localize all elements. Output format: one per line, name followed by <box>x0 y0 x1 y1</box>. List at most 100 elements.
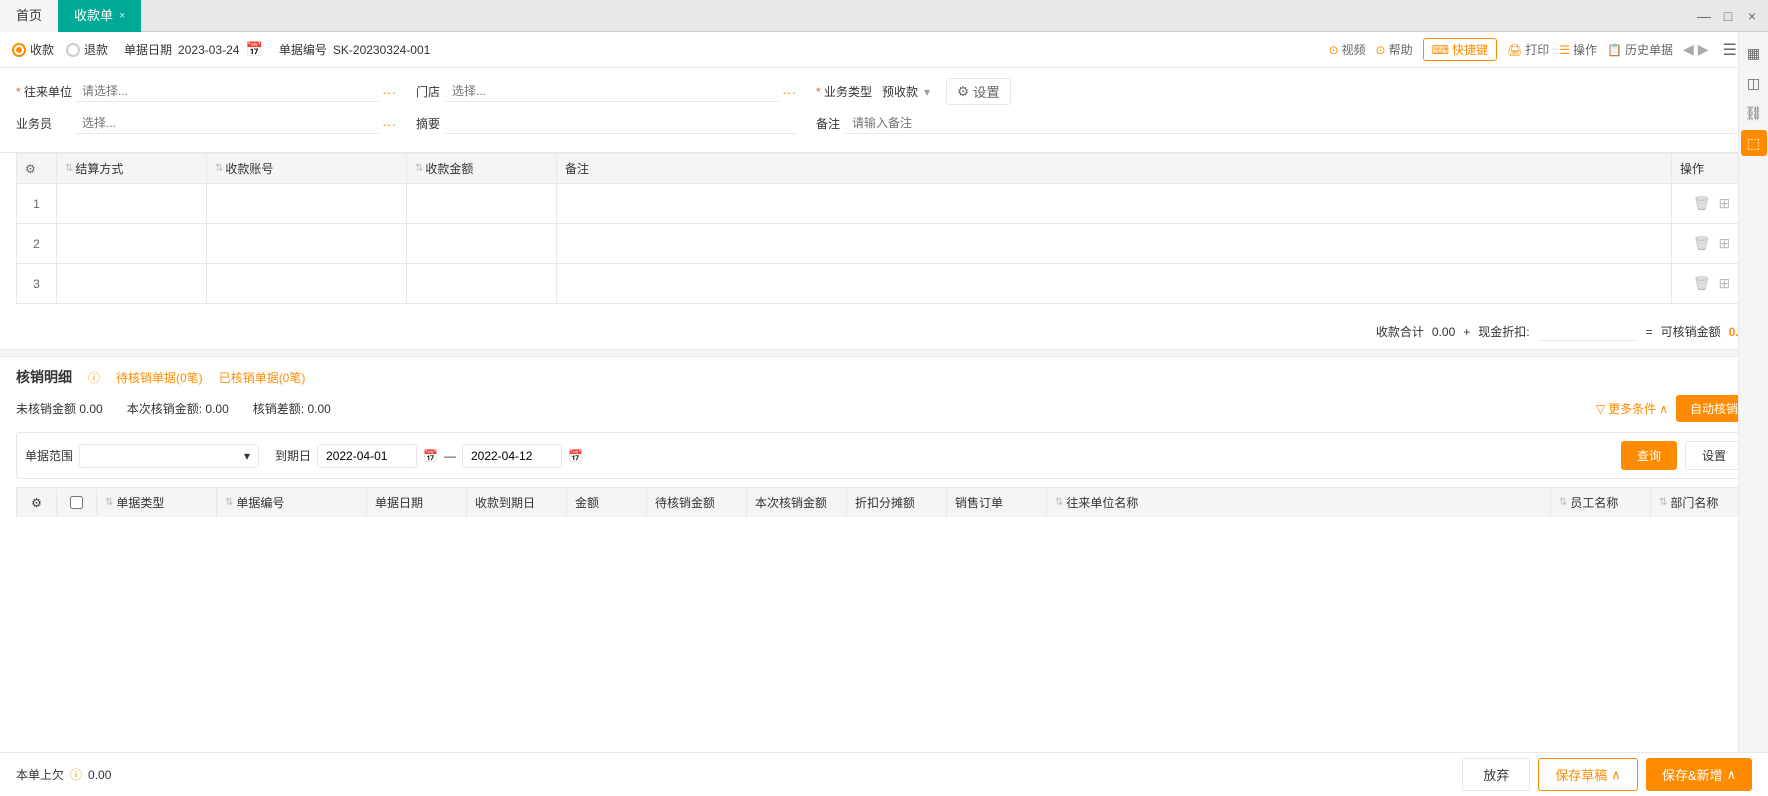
filter-settings-button[interactable]: 设置 <box>1685 441 1743 470</box>
help-button[interactable]: ⊙ 帮助 <box>1376 41 1413 58</box>
row2-delete-icon[interactable]: 🗑 <box>1693 235 1711 252</box>
history-button[interactable]: 📋 历史单据 <box>1607 41 1673 58</box>
shortcut-icon: ⌨ <box>1432 43 1449 57</box>
amount-sort-icon[interactable]: ⇅ <box>415 163 423 174</box>
bth-num-sort-icon[interactable]: ⇅ <box>225 497 233 508</box>
sidebar-doc-icon[interactable]: ◫ <box>1741 70 1767 96</box>
th-amount: ⇅ 收款金额 <box>407 154 557 184</box>
tab-active-label: 收款单 <box>74 0 113 32</box>
row1-delete-icon[interactable]: 🗑 <box>1693 195 1711 212</box>
bth-dept-sort-icon[interactable]: ⇅ <box>1659 497 1667 508</box>
done-tab[interactable]: 已核销单据(0笔) <box>219 369 306 386</box>
this-value: 0.00 <box>205 402 228 416</box>
staff-field: 业务员 ··· <box>16 113 396 134</box>
bth-pending-label: 待核销金额 <box>655 494 715 511</box>
th-account: ⇅ 收款账号 <box>207 154 407 184</box>
tab-home[interactable]: 首页 <box>0 0 58 32</box>
row3-settle[interactable] <box>57 264 207 304</box>
radio-income[interactable]: 收款 <box>12 41 54 58</box>
maximize-button[interactable]: □ <box>1720 8 1736 24</box>
table-gear-icon[interactable]: ⚙ <box>25 162 36 176</box>
save-draft-arrow-icon[interactable]: ∧ <box>1611 767 1621 783</box>
row3-delete-icon[interactable]: 🗑 <box>1693 275 1711 292</box>
query-button[interactable]: 查询 <box>1621 441 1677 470</box>
row2-amount[interactable] <box>407 224 557 264</box>
more-conditions-button[interactable]: ▽ 更多条件 ∧ <box>1596 400 1668 417</box>
row2-remark[interactable] <box>557 224 1672 264</box>
prev-arrow[interactable]: ◀ <box>1683 41 1694 58</box>
verify-info-icon[interactable]: ⓘ <box>88 369 100 386</box>
setting-button[interactable]: ⚙ 设置 <box>946 78 1011 105</box>
verifiable-label: 可核销金额 <box>1661 323 1721 340</box>
row2-copy-icon[interactable]: ⊞ <box>1719 235 1731 252</box>
row1-account[interactable] <box>207 184 407 224</box>
print-button[interactable]: 🖨 打印 <box>1507 41 1549 58</box>
bth-date-label: 单据日期 <box>375 494 423 511</box>
remark-input[interactable] <box>846 113 1752 134</box>
pending-tab[interactable]: 待核销单据(0笔) <box>116 369 203 386</box>
sidebar-expand-icon[interactable]: ⬚ <box>1741 130 1767 156</box>
counterpart-input[interactable] <box>76 81 378 102</box>
save-new-arrow-icon[interactable]: ∧ <box>1726 767 1736 783</box>
th-settings[interactable]: ⚙ <box>17 154 57 184</box>
carry-info-icon[interactable]: ⓘ <box>70 766 82 783</box>
range-filter-select[interactable]: ▾ <box>79 444 259 468</box>
print-icon: 🖨 <box>1507 43 1522 57</box>
bth-gear-cell[interactable]: ⚙ <box>17 490 57 516</box>
end-calendar-icon[interactable]: 📅 <box>568 449 583 463</box>
bth-gear-icon[interactable]: ⚙ <box>31 496 42 510</box>
close-button[interactable]: × <box>1744 8 1760 24</box>
biz-type-selector[interactable]: 预收款 ▾ <box>882 83 930 100</box>
list-view-icon[interactable]: ☰ <box>1723 40 1737 60</box>
bth-num-cell: ⇅ 单据编号 <box>217 488 367 517</box>
date-calendar-icon[interactable]: 📅 <box>245 41 262 58</box>
store-more-icon[interactable]: ··· <box>782 84 796 100</box>
row1-num: 1 <box>17 184 57 224</box>
start-calendar-icon[interactable]: 📅 <box>423 449 438 463</box>
tab-active[interactable]: 收款单 × <box>58 0 141 32</box>
row1-settle[interactable] <box>57 184 207 224</box>
bth-type-sort-icon[interactable]: ⇅ <box>105 497 113 508</box>
staff-more-icon[interactable]: ··· <box>382 116 396 132</box>
biz-type-dropdown-icon[interactable]: ▾ <box>924 85 930 99</box>
sidebar-link-icon[interactable]: ⛓ <box>1741 100 1767 126</box>
operate-button[interactable]: ☰ 操作 <box>1559 41 1597 58</box>
settle-sort-icon[interactable]: ⇅ <box>65 163 73 174</box>
plus-sign: + <box>1463 325 1470 339</box>
abandon-button[interactable]: 放弃 <box>1462 758 1530 791</box>
due-date-start-input[interactable] <box>317 444 417 468</box>
counterpart-more-icon[interactable]: ··· <box>382 84 396 100</box>
select-all-checkbox[interactable] <box>70 496 83 509</box>
bth-staff-sort-icon[interactable]: ⇅ <box>1559 497 1567 508</box>
form-row-2: 业务员 ··· 摘要 备注 <box>16 113 1752 134</box>
row1-copy-icon[interactable]: ⊞ <box>1719 195 1731 212</box>
bth-checkbox-cell[interactable] <box>57 490 97 515</box>
row2-num: 2 <box>17 224 57 264</box>
row1-remark[interactable] <box>557 184 1672 224</box>
row3-copy-icon[interactable]: ⊞ <box>1719 275 1731 292</box>
discount-input[interactable] <box>1538 322 1638 341</box>
bth-from-sort-icon[interactable]: ⇅ <box>1055 497 1063 508</box>
save-draft-button[interactable]: 保存草稿 ∧ <box>1538 758 1638 791</box>
due-date-end-input[interactable] <box>462 444 562 468</box>
sidebar-table-icon[interactable]: ▦ <box>1741 40 1767 66</box>
video-button[interactable]: ⊙ 视频 <box>1328 41 1365 58</box>
next-arrow[interactable]: ▶ <box>1698 41 1709 58</box>
summary-input[interactable] <box>446 113 796 134</box>
row3-amount[interactable] <box>407 264 557 304</box>
row1-amount[interactable] <box>407 184 557 224</box>
row2-account[interactable] <box>207 224 407 264</box>
store-label: 门店 <box>416 83 446 100</box>
tab-close-icon[interactable]: × <box>119 0 125 32</box>
table-row: 2 🗑 ⊞ <box>17 224 1752 264</box>
row2-settle[interactable] <box>57 224 207 264</box>
account-sort-icon[interactable]: ⇅ <box>215 163 223 174</box>
radio-refund[interactable]: 退款 <box>66 41 108 58</box>
shortcut-button[interactable]: ⌨ 快捷键 <box>1423 38 1497 61</box>
minimize-button[interactable]: — <box>1696 8 1712 24</box>
save-new-button[interactable]: 保存&新增 ∧ <box>1646 758 1752 791</box>
store-input[interactable] <box>446 81 778 102</box>
staff-input[interactable] <box>76 113 378 134</box>
row3-account[interactable] <box>207 264 407 304</box>
row3-remark[interactable] <box>557 264 1672 304</box>
